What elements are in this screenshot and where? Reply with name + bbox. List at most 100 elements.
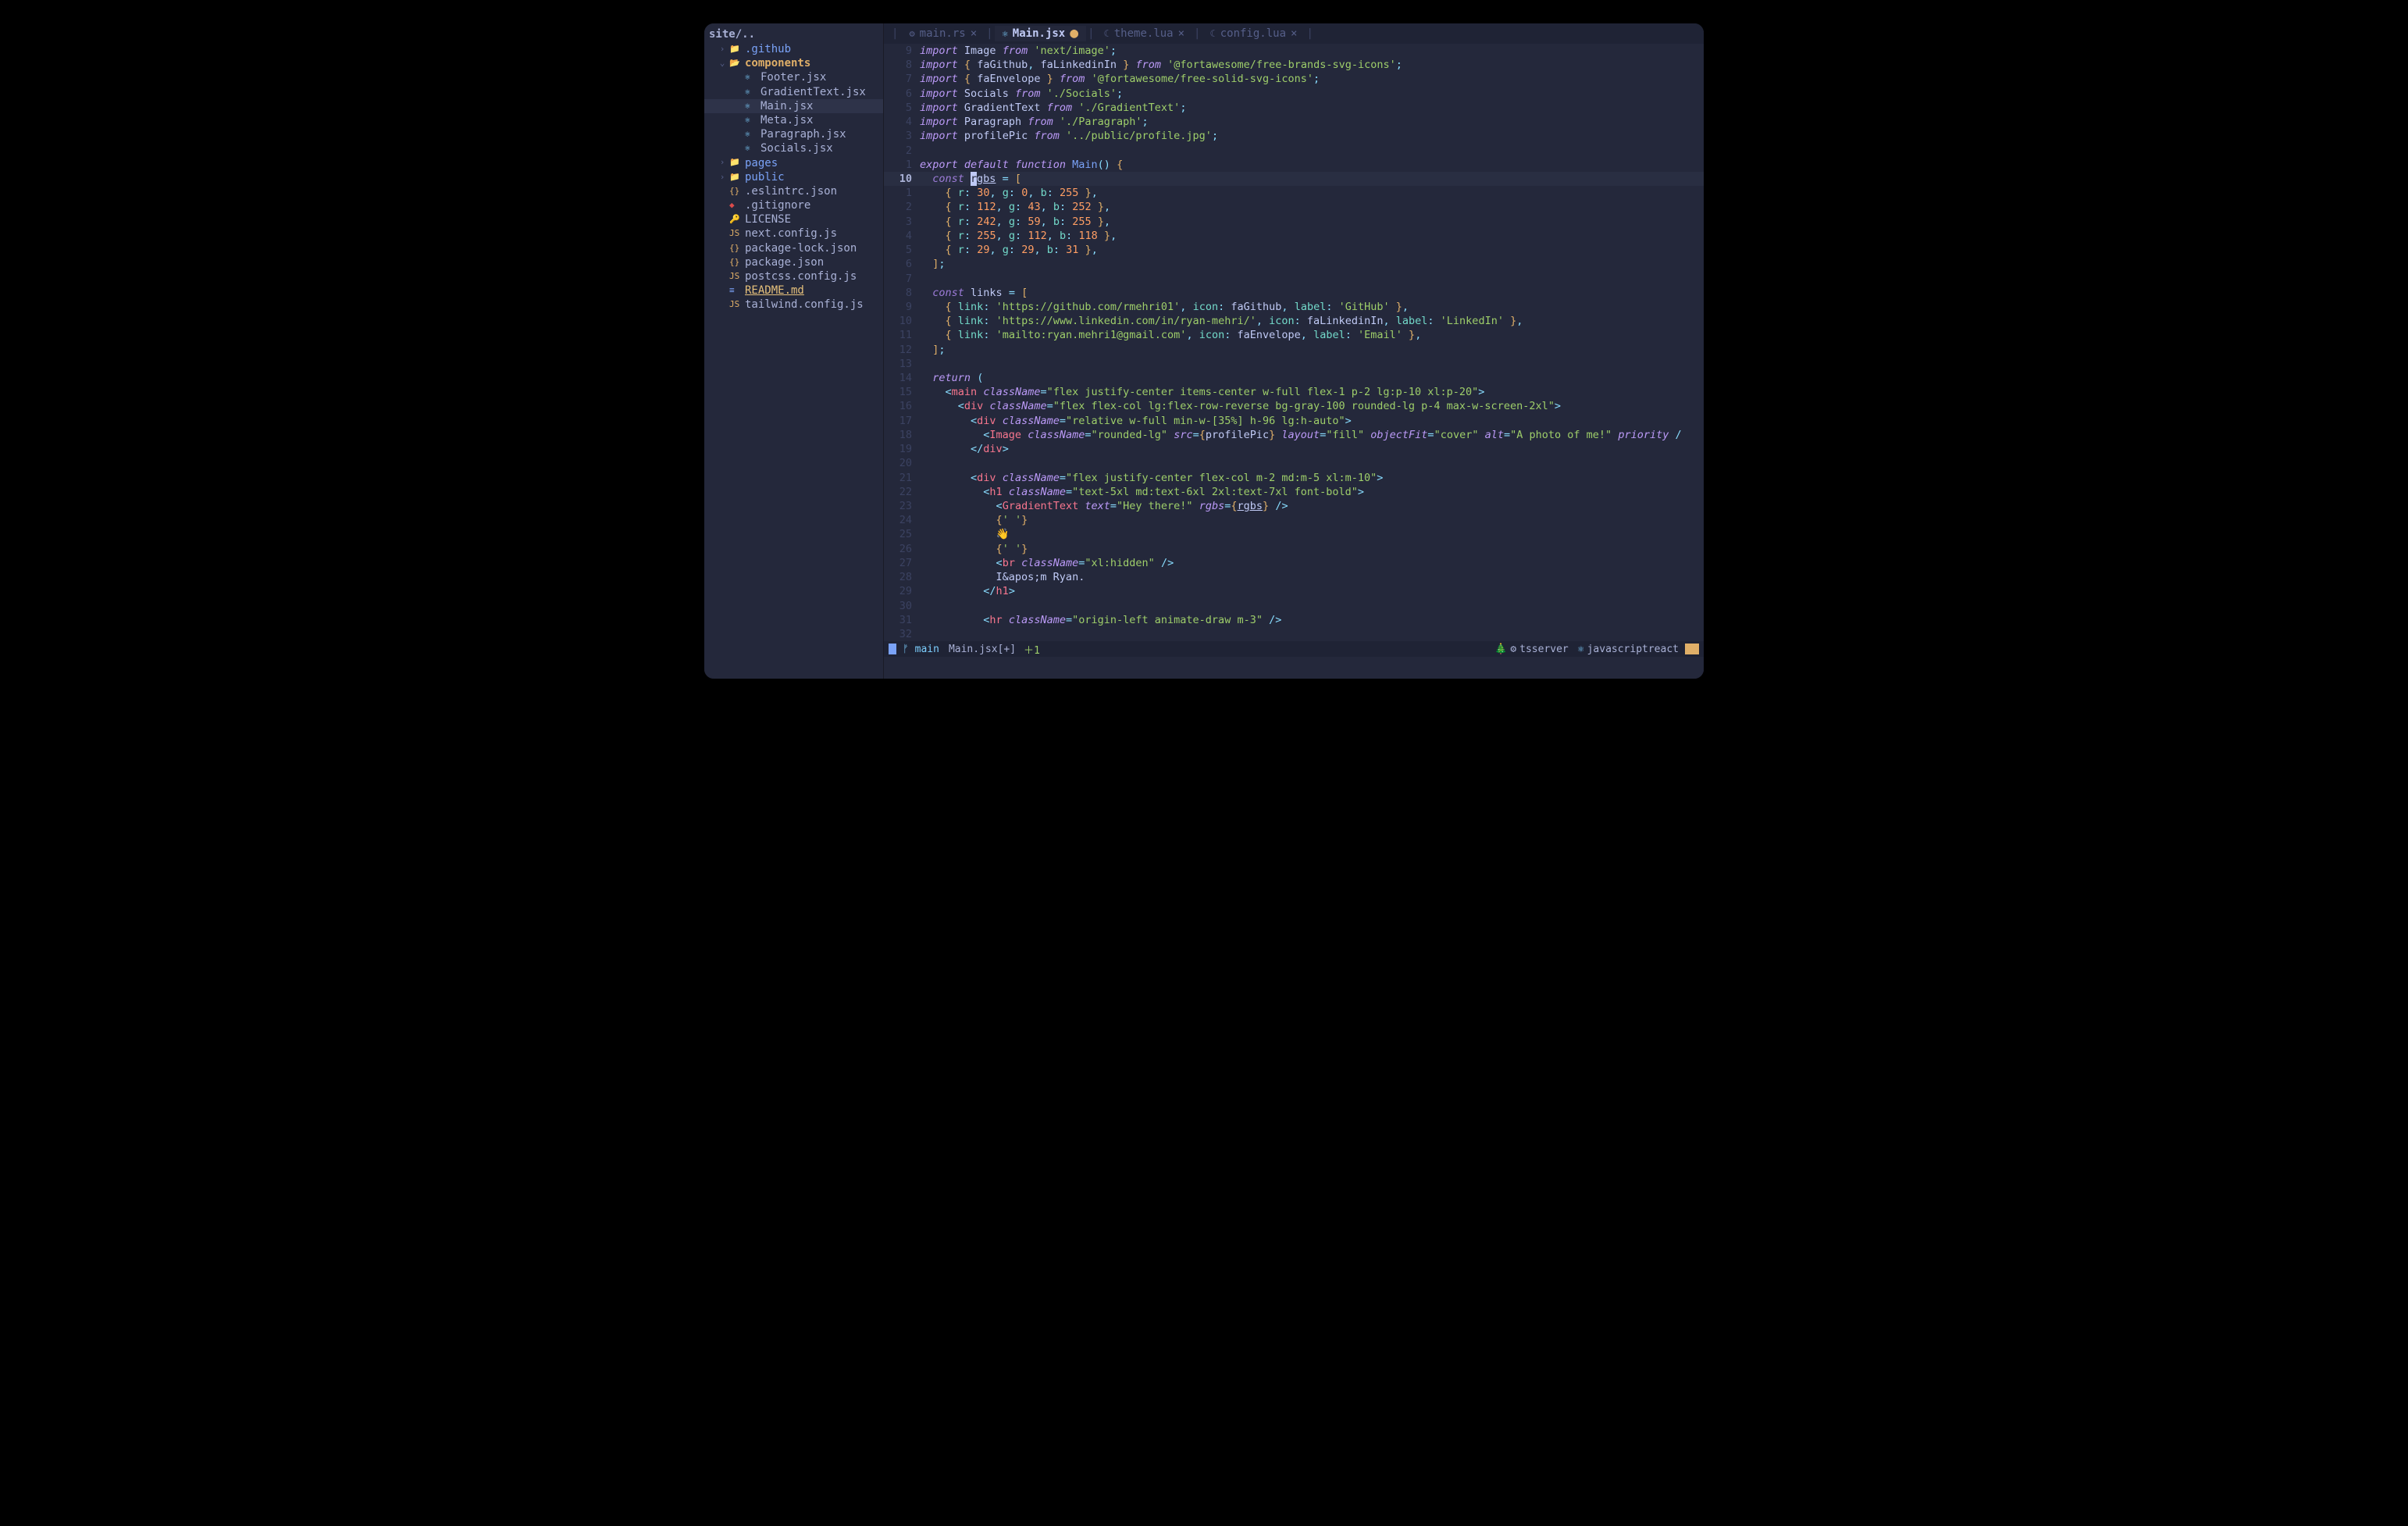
code-line[interactable]: 5import GradientText from './GradientTex… [884, 101, 1704, 115]
code-line[interactable]: 10 const rgbs = [ [884, 172, 1704, 186]
code-content: export default function Main() { [920, 158, 1123, 172]
tree-item-meta-jsx[interactable]: ⚛Meta.jsx [704, 113, 883, 127]
editor-pane: | ⚙main.rs ×|⚛Main.jsx ●|☾theme.lua ×|☾c… [884, 23, 1704, 679]
code-line[interactable]: 27 <br className="xl:hidden" /> [884, 556, 1704, 570]
code-line[interactable]: 6 ]; [884, 257, 1704, 271]
chevron-icon: › [718, 157, 726, 168]
tree-item-package-lock-json[interactable]: {}package-lock.json [704, 241, 883, 255]
code-content: { r: 29, g: 29, b: 31 }, [920, 243, 1098, 257]
tab-main-rs[interactable]: ⚙main.rs × [901, 26, 985, 41]
code-content: const rgbs = [ [920, 172, 1021, 186]
code-line[interactable]: 1 { r: 30, g: 0, b: 255 }, [884, 186, 1704, 200]
code-line[interactable]: 12 ]; [884, 343, 1704, 357]
editor-window: site/.. ›📁.github⌄📂components⚛Footer.jsx… [704, 23, 1704, 679]
code-content: const links = [ [920, 286, 1028, 300]
code-line[interactable]: 3 { r: 242, g: 59, b: 255 }, [884, 215, 1704, 229]
code-line[interactable]: 2 { r: 112, g: 43, b: 252 }, [884, 200, 1704, 214]
file-name: README.md [745, 283, 804, 298]
code-line[interactable]: 9import Image from 'next/image'; [884, 44, 1704, 58]
tab-separator: | [1305, 27, 1314, 40]
code-line[interactable]: 13 [884, 357, 1704, 371]
close-icon[interactable]: × [1291, 27, 1297, 40]
code-line[interactable]: 28 I&apos;m Ryan. [884, 570, 1704, 584]
code-line[interactable]: 3import profilePic from '../public/profi… [884, 129, 1704, 143]
code-line[interactable]: 32 [884, 627, 1704, 641]
tree-item-tailwind-config-js[interactable]: JStailwind.config.js [704, 298, 883, 312]
tab-main-jsx[interactable]: ⚛Main.jsx ● [995, 26, 1087, 41]
code-line[interactable]: 21 <div className="flex justify-center f… [884, 471, 1704, 485]
code-line[interactable]: 22 <h1 className="text-5xl md:text-6xl 2… [884, 485, 1704, 499]
close-icon[interactable]: × [971, 27, 977, 40]
code-line[interactable]: 17 <div className="relative w-full min-w… [884, 414, 1704, 428]
tab-theme-lua[interactable]: ☾theme.lua × [1096, 26, 1193, 41]
tree-item-main-jsx[interactable]: ⚛Main.jsx [704, 99, 883, 113]
file-name: pages [745, 156, 778, 170]
line-number: 32 [884, 627, 920, 641]
tree-item-components[interactable]: ⌄📂components [704, 56, 883, 70]
tree-item-socials-jsx[interactable]: ⚛Socials.jsx [704, 141, 883, 155]
tree-item-package-json[interactable]: {}package.json [704, 255, 883, 269]
code-line[interactable]: 20 [884, 456, 1704, 470]
file-icon: {} [729, 243, 742, 254]
code-line[interactable]: 25 👋 [884, 527, 1704, 541]
tree-item-paragraph-jsx[interactable]: ⚛Paragraph.jsx [704, 127, 883, 141]
tree-item-postcss-config-js[interactable]: JSpostcss.config.js [704, 269, 883, 283]
tab-config-lua[interactable]: ☾config.lua × [1202, 26, 1305, 41]
file-name: postcss.config.js [745, 269, 857, 283]
code-line[interactable]: 4 { r: 255, g: 112, b: 118 }, [884, 229, 1704, 243]
code-line[interactable]: 29 </h1> [884, 584, 1704, 598]
code-line[interactable]: 23 <GradientText text="Hey there!" rgbs=… [884, 499, 1704, 513]
file-icon: {} [729, 186, 742, 197]
tree-item--eslintrc-json[interactable]: {}.eslintrc.json [704, 184, 883, 198]
code-line[interactable]: 18 <Image className="rounded-lg" src={pr… [884, 428, 1704, 442]
tab-bar[interactable]: | ⚙main.rs ×|⚛Main.jsx ●|☾theme.lua ×|☾c… [884, 23, 1704, 44]
tree-root[interactable]: site/.. [704, 27, 883, 42]
code-line[interactable]: 16 <div className="flex flex-col lg:flex… [884, 399, 1704, 413]
tree-item--gitignore[interactable]: ◆.gitignore [704, 198, 883, 212]
code-line[interactable]: 5 { r: 29, g: 29, b: 31 }, [884, 243, 1704, 257]
code-line[interactable]: 31 <hr className="origin-left animate-dr… [884, 613, 1704, 627]
line-number: 20 [884, 456, 920, 470]
code-line[interactable]: 6import Socials from './Socials'; [884, 87, 1704, 101]
code-line[interactable]: 1export default function Main() { [884, 158, 1704, 172]
code-line[interactable]: 15 <main className="flex justify-center … [884, 385, 1704, 399]
code-line[interactable]: 9 { link: 'https://github.com/rmehri01',… [884, 300, 1704, 314]
code-line[interactable]: 24 {' '} [884, 513, 1704, 527]
tree-item--github[interactable]: ›📁.github [704, 42, 883, 56]
tree-item-footer-jsx[interactable]: ⚛Footer.jsx [704, 70, 883, 84]
code-line[interactable]: 19 </div> [884, 442, 1704, 456]
line-number: 8 [884, 58, 920, 72]
code-line[interactable]: 10 { link: 'https://www.linkedin.com/in/… [884, 314, 1704, 328]
file-name: .eslintrc.json [745, 184, 837, 198]
line-number: 12 [884, 343, 920, 357]
code-area[interactable]: 9import Image from 'next/image';8import … [884, 44, 1704, 641]
code-line[interactable]: 7 [884, 272, 1704, 286]
tree-item-gradienttext-jsx[interactable]: ⚛GradientText.jsx [704, 85, 883, 99]
tab-separator: | [985, 27, 994, 40]
tree-item-public[interactable]: ›📁public [704, 170, 883, 184]
code-line[interactable]: 26 {' '} [884, 542, 1704, 556]
tree-item-pages[interactable]: ›📁pages [704, 156, 883, 170]
tree-item-readme-md[interactable]: ≡README.md [704, 283, 883, 298]
code-line[interactable]: 8 const links = [ [884, 286, 1704, 300]
tree-item-license[interactable]: 🔑LICENSE [704, 212, 883, 226]
code-line[interactable]: 7import { faEnvelope } from '@fortawesom… [884, 72, 1704, 86]
code-content: I&apos;m Ryan. [920, 570, 1085, 584]
line-number: 27 [884, 556, 920, 570]
code-content: <hr className="origin-left animate-draw … [920, 613, 1281, 627]
file-tree[interactable]: site/.. ›📁.github⌄📂components⚛Footer.jsx… [704, 23, 884, 679]
file-icon: ⚛ [745, 115, 757, 126]
file-name: Footer.jsx [761, 70, 826, 84]
code-line[interactable]: 14 return ( [884, 371, 1704, 385]
lsp-server: tsserver [1519, 644, 1569, 655]
code-line[interactable]: 4import Paragraph from './Paragraph'; [884, 115, 1704, 129]
line-number: 10 [884, 314, 920, 328]
close-icon[interactable]: × [1178, 27, 1184, 40]
code-line[interactable]: 11 { link: 'mailto:ryan.mehri1@gmail.com… [884, 328, 1704, 342]
code-line[interactable]: 8import { faGithub, faLinkedinIn } from … [884, 58, 1704, 72]
tree-item-next-config-js[interactable]: JSnext.config.js [704, 226, 883, 241]
code-line[interactable]: 2 [884, 144, 1704, 158]
code-line[interactable]: 30 [884, 599, 1704, 613]
file-icon: ≡ [729, 285, 742, 296]
tab-separator: | [1086, 27, 1095, 40]
